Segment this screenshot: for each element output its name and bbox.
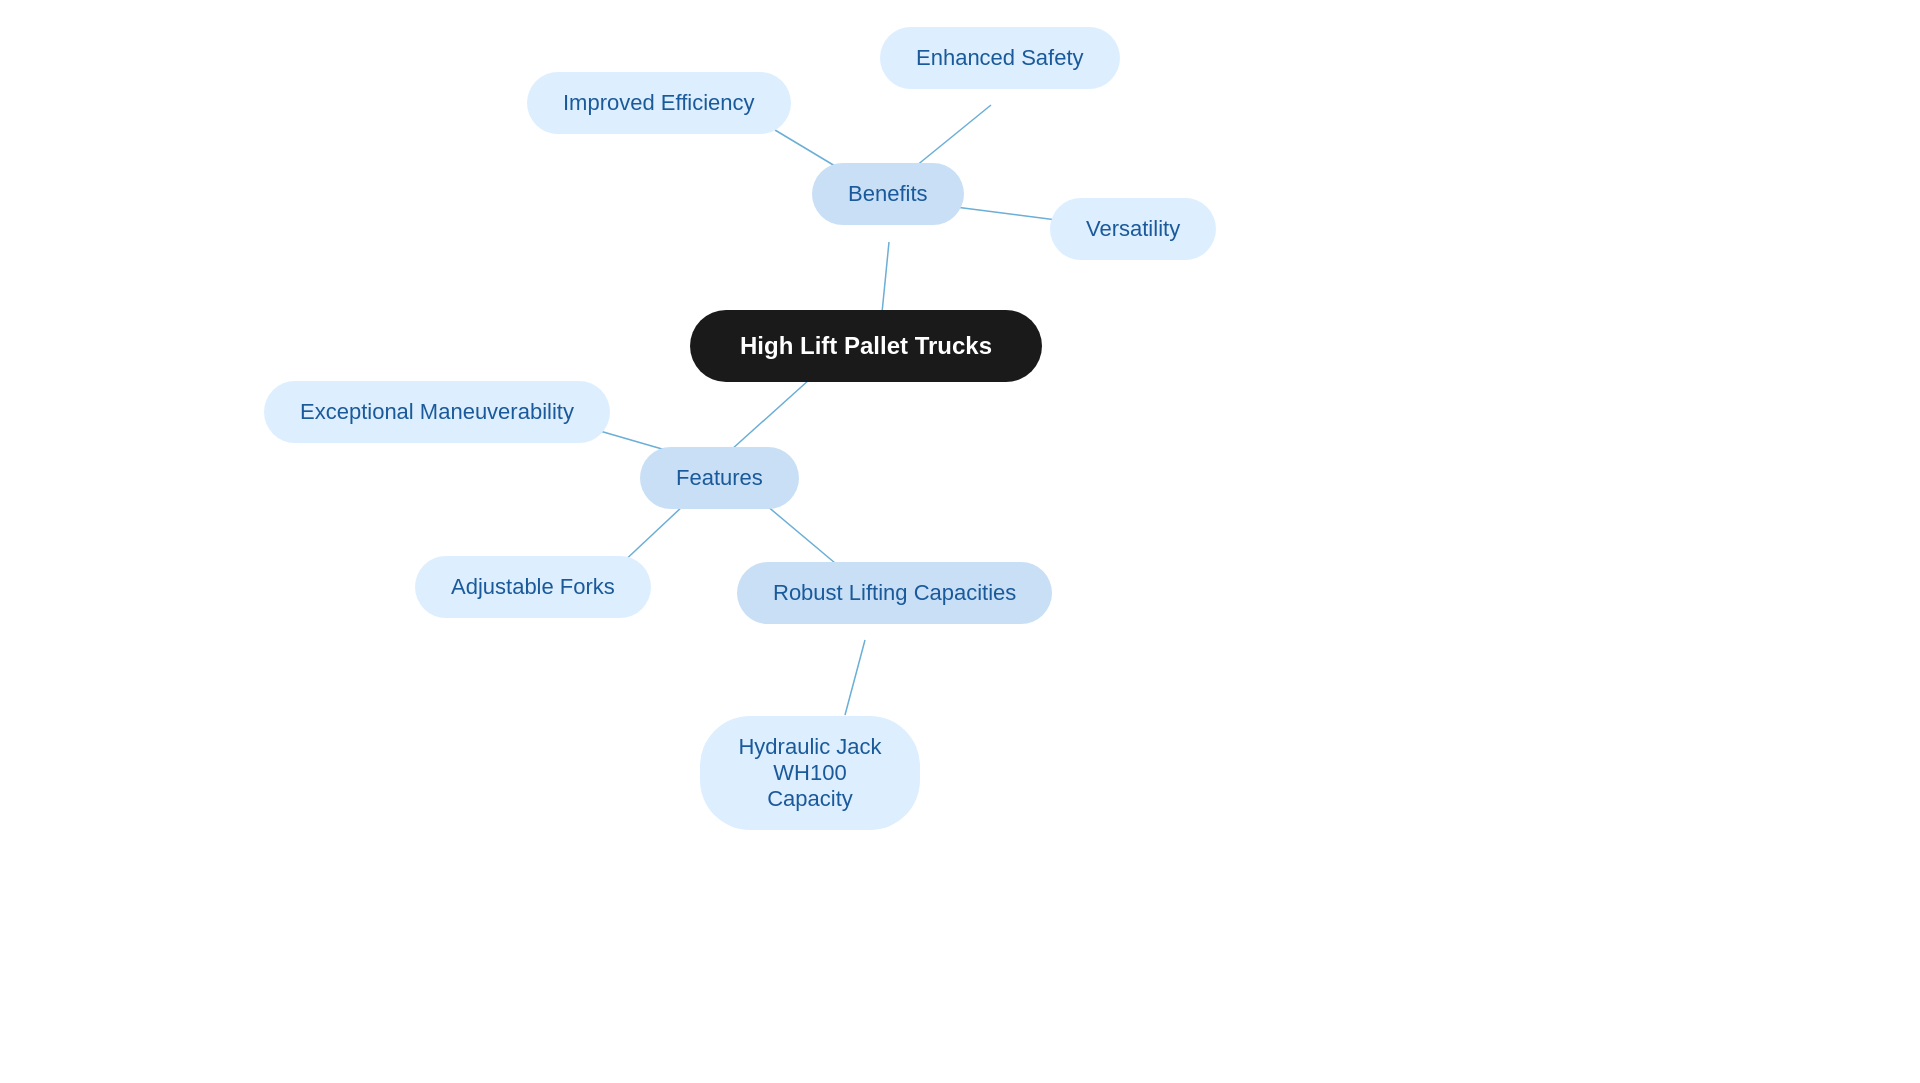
improved-efficiency-node: Improved Efficiency <box>527 72 791 134</box>
svg-line-4 <box>731 370 820 450</box>
versatility-node: Versatility <box>1050 198 1216 260</box>
svg-line-7 <box>760 500 835 563</box>
mind-map-connections <box>0 0 1920 1083</box>
exceptional-maneuverability-node: Exceptional Maneuverability <box>264 381 610 443</box>
hydraulic-jack-node: Hydraulic Jack WH100 Capacity <box>700 716 920 830</box>
benefits-node: Benefits <box>812 163 964 225</box>
features-node: Features <box>640 447 799 509</box>
robust-lifting-node: Robust Lifting Capacities <box>737 562 1052 624</box>
center-node: High Lift Pallet Trucks <box>690 310 1042 382</box>
adjustable-forks-node: Adjustable Forks <box>415 556 651 618</box>
enhanced-safety-node: Enhanced Safety <box>880 27 1120 89</box>
svg-line-8 <box>845 640 865 715</box>
